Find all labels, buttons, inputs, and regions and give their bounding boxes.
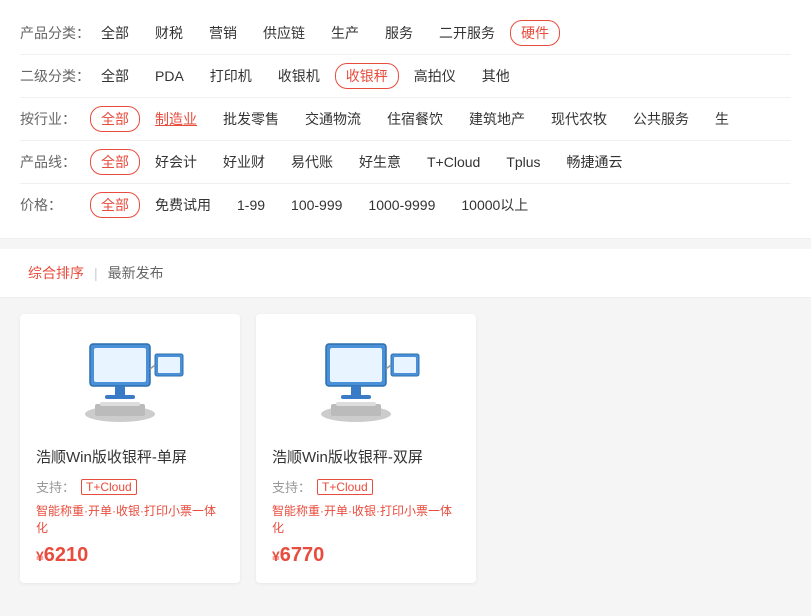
product-category-label: 产品分类：	[20, 23, 90, 43]
filter-line-hss[interactable]: 好生意	[348, 149, 412, 175]
product-support-1: 支持： T+Cloud	[36, 477, 224, 496]
industry-row: 按行业： 全部 制造业 批发零售 交通物流 住宿餐饮 建筑地产 现代农牧 公共服…	[20, 98, 791, 141]
filter-price-all[interactable]: 全部	[90, 192, 140, 218]
product-price-2: ¥6770	[272, 544, 460, 567]
filter-line-tcloud[interactable]: T+Cloud	[416, 151, 491, 173]
sub-category-row: 二级分类： 全部 PDA 打印机 收银机 收银秤 高拍仪 其他	[20, 55, 791, 98]
product-category-items: 全部 财税 营销 供应链 生产 服务 二开服务 硬件	[90, 20, 791, 46]
product-currency-1: ¥	[36, 548, 44, 564]
product-img-svg-1	[70, 339, 190, 429]
sort-bar: 综合排序 | 最新发布	[0, 249, 811, 298]
product-category-row: 产品分类： 全部 财税 营销 供应链 生产 服务 二开服务 硬件	[20, 12, 791, 55]
filter-ind-transport[interactable]: 交通物流	[294, 106, 372, 132]
filter-sub-pda[interactable]: PDA	[144, 65, 195, 87]
product-price-number-2: 6770	[280, 544, 325, 566]
filter-price-10000plus[interactable]: 10000以上	[450, 192, 539, 218]
product-line-items: 全部 好会计 好业财 易代账 好生意 T+Cloud Tplus 畅捷通云	[90, 149, 791, 175]
filter-sub-scale[interactable]: 收银秤	[335, 63, 399, 89]
filter-line-ydz[interactable]: 易代账	[280, 149, 344, 175]
sort-comprehensive[interactable]: 综合排序	[20, 259, 92, 287]
filter-cat-marketing[interactable]: 营销	[198, 20, 248, 46]
filter-ind-realestate[interactable]: 建筑地产	[458, 106, 536, 132]
filter-price-1000-9999[interactable]: 1000-9999	[357, 194, 446, 216]
product-img-svg-2	[306, 339, 426, 429]
price-label: 价格：	[20, 195, 90, 215]
filter-sub-printer[interactable]: 打印机	[199, 63, 263, 89]
support-label-1: 支持：	[36, 477, 75, 496]
product-image-1	[36, 334, 224, 434]
filter-ind-all[interactable]: 全部	[90, 106, 140, 132]
product-desc-2: 智能称重·开单·收银·打印小票一体化	[272, 502, 460, 536]
sort-latest[interactable]: 最新发布	[100, 259, 172, 287]
filter-cat-finance[interactable]: 财税	[144, 20, 194, 46]
support-label-2: 支持：	[272, 477, 311, 496]
filter-price-1-99[interactable]: 1-99	[226, 194, 276, 216]
filter-price-100-999[interactable]: 100-999	[280, 194, 353, 216]
product-name-1: 浩顺Win版收银秤-单屏	[36, 446, 224, 467]
product-name-2: 浩顺Win版收银秤-双屏	[272, 446, 460, 467]
product-price-number-1: 6210	[44, 544, 89, 566]
product-grid: 浩顺Win版收银秤-单屏 支持： T+Cloud 智能称重·开单·收银·打印小票…	[0, 298, 811, 599]
sub-category-label: 二级分类：	[20, 66, 90, 86]
filter-sub-highcam[interactable]: 高拍仪	[403, 63, 467, 89]
product-currency-2: ¥	[272, 548, 280, 564]
product-line-row: 产品线： 全部 好会计 好业财 易代账 好生意 T+Cloud Tplus 畅捷…	[20, 141, 791, 184]
filter-cat-supply[interactable]: 供应链	[252, 20, 316, 46]
product-support-2: 支持： T+Cloud	[272, 477, 460, 496]
filter-section: 产品分类： 全部 财税 营销 供应链 生产 服务 二开服务 硬件 二级分类： 全…	[0, 0, 811, 239]
industry-items: 全部 制造业 批发零售 交通物流 住宿餐饮 建筑地产 现代农牧 公共服务 生	[90, 106, 791, 132]
filter-line-changjietong[interactable]: 畅捷通云	[556, 149, 634, 175]
filter-ind-public[interactable]: 公共服务	[622, 106, 700, 132]
filter-line-all[interactable]: 全部	[90, 149, 140, 175]
filter-cat-production[interactable]: 生产	[320, 20, 370, 46]
price-row: 价格： 全部 免费试用 1-99 100-999 1000-9999 10000…	[20, 184, 791, 226]
price-items: 全部 免费试用 1-99 100-999 1000-9999 10000以上	[90, 192, 791, 218]
product-line-label: 产品线：	[20, 152, 90, 172]
filter-sub-other[interactable]: 其他	[471, 63, 521, 89]
filter-cat-all[interactable]: 全部	[90, 20, 140, 46]
sub-category-items: 全部 PDA 打印机 收银机 收银秤 高拍仪 其他	[90, 63, 791, 89]
filter-cat-service[interactable]: 服务	[374, 20, 424, 46]
filter-line-hyc[interactable]: 好业财	[212, 149, 276, 175]
filter-line-hkj[interactable]: 好会计	[144, 149, 208, 175]
filter-ind-more[interactable]: 生	[704, 106, 740, 132]
filter-price-free[interactable]: 免费试用	[144, 192, 222, 218]
product-card-1[interactable]: 浩顺Win版收银秤-单屏 支持： T+Cloud 智能称重·开单·收银·打印小票…	[20, 314, 240, 583]
product-image-2	[272, 334, 460, 434]
filter-ind-manufacturing[interactable]: 制造业	[144, 106, 208, 132]
filter-line-tplus[interactable]: Tplus	[495, 151, 551, 173]
filter-sub-cashier[interactable]: 收银机	[267, 63, 331, 89]
filter-sub-all[interactable]: 全部	[90, 63, 140, 89]
filter-ind-wholesale[interactable]: 批发零售	[212, 106, 290, 132]
filter-ind-agriculture[interactable]: 现代农牧	[540, 106, 618, 132]
industry-label: 按行业：	[20, 109, 90, 129]
product-desc-1: 智能称重·开单·收银·打印小票一体化	[36, 502, 224, 536]
filter-ind-hospitality[interactable]: 住宿餐饮	[376, 106, 454, 132]
sort-divider: |	[92, 265, 100, 281]
filter-cat-hardware[interactable]: 硬件	[510, 20, 560, 46]
product-card-2[interactable]: 浩顺Win版收银秤-双屏 支持： T+Cloud 智能称重·开单·收银·打印小票…	[256, 314, 476, 583]
support-tag-2: T+Cloud	[317, 479, 373, 495]
filter-cat-open[interactable]: 二开服务	[428, 20, 506, 46]
support-tag-1: T+Cloud	[81, 479, 137, 495]
product-price-1: ¥6210	[36, 544, 224, 567]
